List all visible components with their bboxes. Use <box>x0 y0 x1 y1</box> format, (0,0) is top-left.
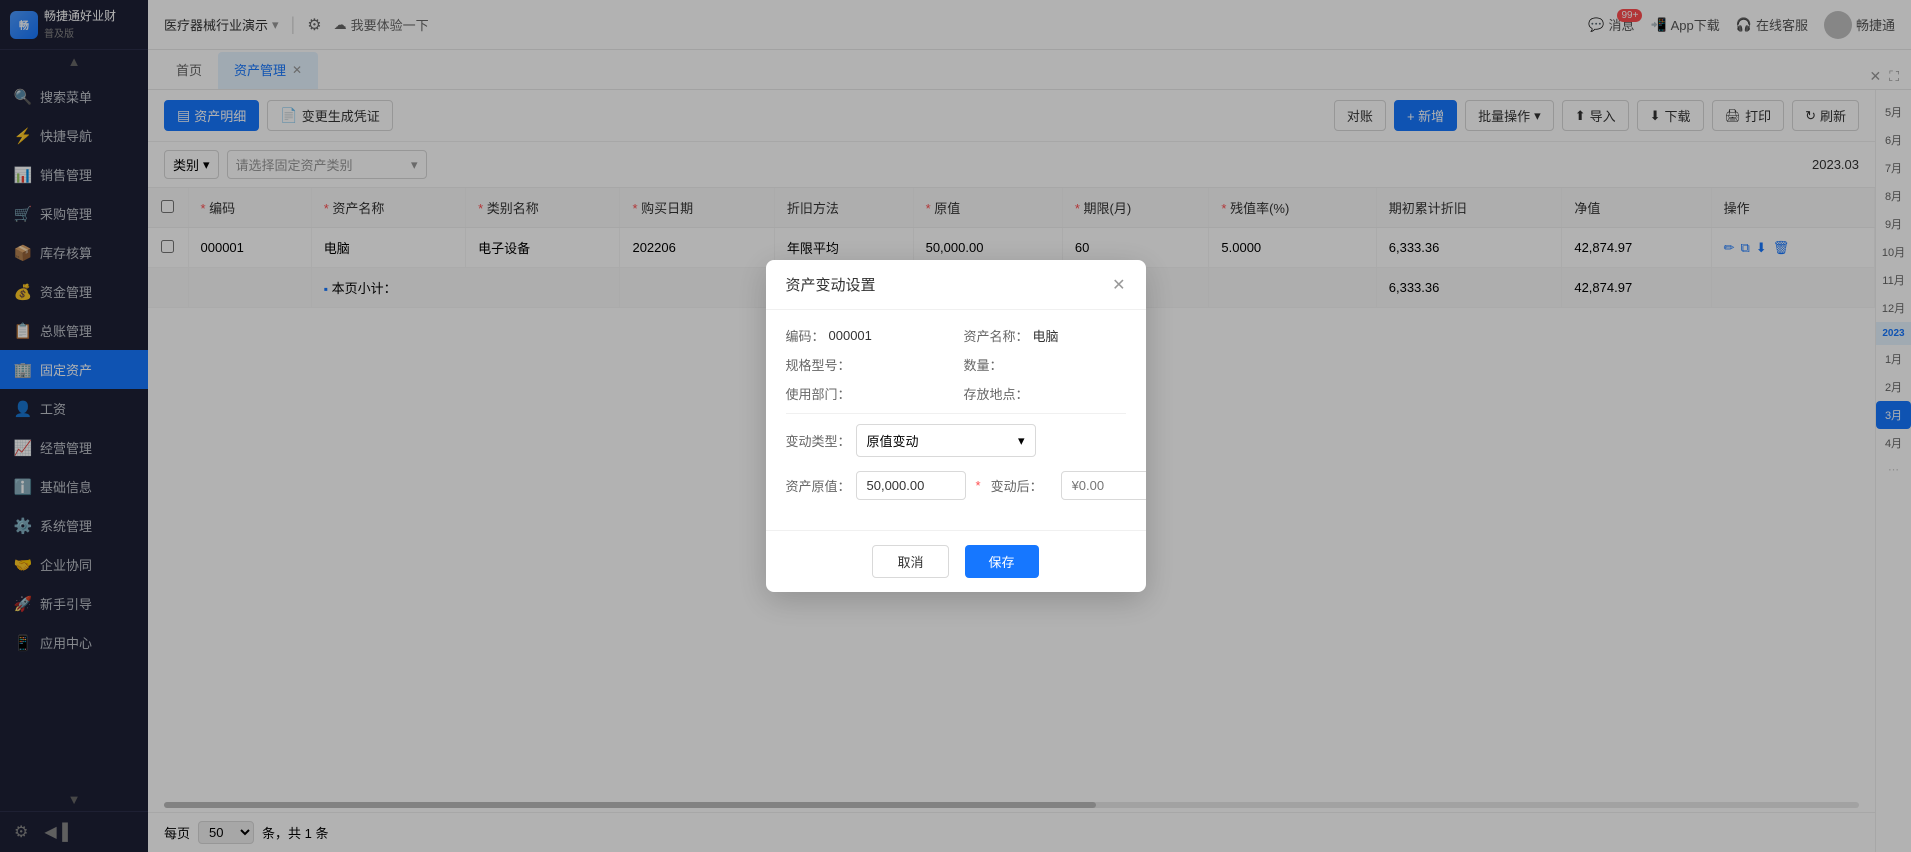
asset-change-dialog: 资产变动设置 ✕ 编码： 000001 资产名称： 电脑 规格型号： <box>766 260 1146 592</box>
dialog-title: 资产变动设置 <box>786 274 876 295</box>
dialog-footer: 取消 保存 <box>766 530 1146 592</box>
form-row-values: 资产原值： * 变动后： <box>786 471 1126 500</box>
save-button[interactable]: 保存 <box>965 545 1039 578</box>
asset-value-label: 资产原值： <box>786 476 856 495</box>
dept-label: 使用部门： <box>786 384 851 403</box>
dialog-row-1: 编码： 000001 资产名称： 电脑 <box>786 326 1126 345</box>
dialog-row-3: 使用部门： 存放地点： <box>786 384 1126 403</box>
location-label: 存放地点： <box>964 384 1029 403</box>
field-location: 存放地点： <box>964 384 1126 403</box>
dialog-header: 资产变动设置 ✕ <box>766 260 1146 310</box>
code-label: 编码： <box>786 326 825 345</box>
field-dept: 使用部门： <box>786 384 948 403</box>
field-spec: 规格型号： <box>786 355 948 374</box>
cancel-button[interactable]: 取消 <box>872 545 948 578</box>
asset-value-input[interactable] <box>856 471 966 500</box>
field-quantity: 数量： <box>964 355 1126 374</box>
dialog-overlay: 资产变动设置 ✕ 编码： 000001 资产名称： 电脑 规格型号： <box>0 0 1911 852</box>
quantity-label: 数量： <box>964 355 1003 374</box>
form-row-change-type: 变动类型： 原值变动 ▾ <box>786 424 1126 457</box>
after-value-input[interactable] <box>1061 471 1146 500</box>
asset-name-label: 资产名称： <box>964 326 1029 345</box>
spec-label: 规格型号： <box>786 355 851 374</box>
dialog-row-2: 规格型号： 数量： <box>786 355 1126 374</box>
asset-name-value: 电脑 <box>1033 326 1059 345</box>
code-value: 000001 <box>829 328 872 343</box>
change-type-select[interactable]: 原值变动 ▾ <box>856 424 1036 457</box>
dialog-close-btn[interactable]: ✕ <box>1112 275 1125 295</box>
after-label: 变动后： <box>991 476 1061 495</box>
field-asset-name: 资产名称： 电脑 <box>964 326 1126 345</box>
required-star: * <box>976 478 981 493</box>
field-code: 编码： 000001 <box>786 326 948 345</box>
dialog-body: 编码： 000001 资产名称： 电脑 规格型号： 数量： <box>766 310 1146 530</box>
change-type-value: 原值变动 <box>867 431 919 450</box>
change-type-label: 变动类型： <box>786 431 856 450</box>
change-type-arrow: ▾ <box>1018 433 1025 449</box>
